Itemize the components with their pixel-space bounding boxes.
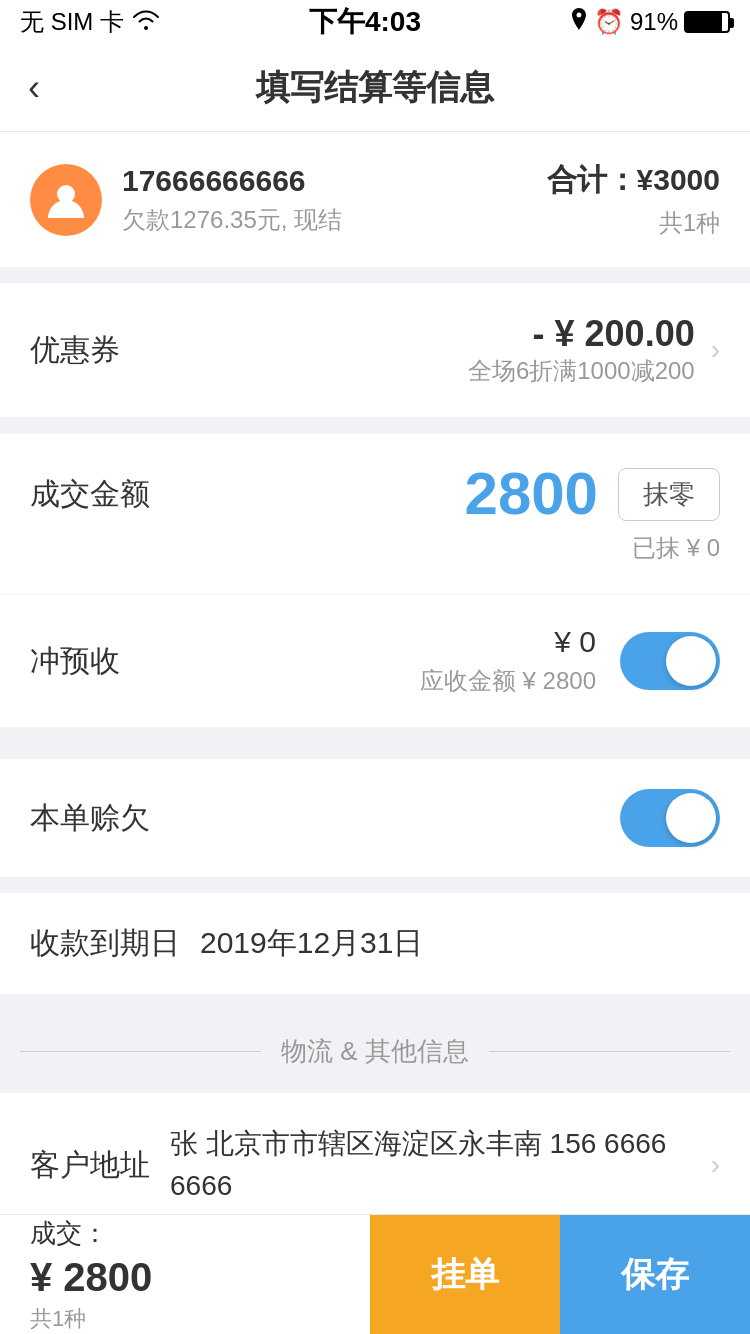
address-chevron-icon: › [711,1149,720,1181]
battery-icon [684,11,730,33]
bottom-deal-label: 成交： [30,1216,340,1251]
logistics-label: 物流 & 其他信息 [281,1034,469,1069]
coupon-label: 优惠券 [30,330,120,371]
content: 17666666666 欠款1276.35元, 现结 合计：¥3000 共1种 … [0,132,750,1334]
alarm-icon: ⏰ [594,8,624,36]
section-divider-2 [0,727,750,743]
nav-bar: ‹ 填写结算等信息 [0,44,750,132]
user-phone: 17666666666 [122,164,342,198]
coupon-desc: 全场6折满1000减200 [468,355,695,387]
coupon-row[interactable]: 优惠券 - ¥ 200.00 全场6折满1000减200 › [0,283,750,418]
save-button[interactable]: 保存 [560,1215,750,1335]
status-time: 下午4:03 [309,3,421,41]
due-date-section: 收款到期日 2019年12月31日 [0,893,750,994]
deal-amount-sub: 已抹 ¥ 0 [30,532,720,564]
due-date-label: 收款到期日 [30,923,180,964]
bottom-count: 共1种 [30,1304,340,1334]
back-button[interactable]: ‹ [28,67,40,109]
user-card: 17666666666 欠款1276.35元, 现结 合计：¥3000 共1种 [0,132,750,267]
wifi-icon [132,8,160,36]
bottom-summary: 成交： ¥ 2800 共1种 [0,1216,370,1334]
deal-amount-label: 成交金额 [30,474,150,515]
due-date-value: 2019年12月31日 [200,923,423,964]
battery-percent: 91% [630,8,678,36]
address-label: 客户地址 [30,1145,150,1186]
location-icon [570,8,588,36]
status-right: ⏰ 91% [570,8,730,36]
round-button[interactable]: 抹零 [618,468,720,521]
section-divider-1 [0,418,750,434]
bottom-deal-amount: ¥ 2800 [30,1255,340,1300]
prepay-value: ¥ 0 [420,625,596,659]
page-title: 填写结算等信息 [256,65,494,111]
coupon-value: - ¥ 200.00 [468,313,695,355]
status-bar: 无 SIM 卡 下午4:03 ⏰ 91% [0,0,750,44]
status-left: 无 SIM 卡 [20,6,160,38]
bad-debt-section: 本单赊欠 [0,759,750,877]
coupon-chevron-icon: › [711,334,720,366]
prepay-toggle[interactable] [620,632,720,690]
total-amount: 合计：¥3000 [547,160,720,201]
total-count: 共1种 [547,207,720,239]
deal-amount-section: 成交金额 2800 抹零 已抹 ¥ 0 [0,434,750,594]
hold-button[interactable]: 挂单 [370,1215,560,1335]
bad-debt-label: 本单赊欠 [30,798,150,839]
deal-amount-value: 2800 [465,464,598,524]
prepay-sub: 应收金额 ¥ 2800 [420,665,596,697]
toggle-knob [666,636,716,686]
user-debt: 欠款1276.35元, 现结 [122,204,342,236]
address-value: 张 北京市市辖区海淀区永丰南 156 6666 6666 [150,1123,711,1207]
sim-text: 无 SIM 卡 [20,6,124,38]
bottom-bar: 成交： ¥ 2800 共1种 挂单 保存 [0,1214,750,1334]
bad-debt-toggle[interactable] [620,789,720,847]
prepay-label: 冲预收 [30,641,120,682]
prepay-section: 冲预收 ¥ 0 应收金额 ¥ 2800 [0,594,750,727]
avatar [30,164,102,236]
logistics-divider: 物流 & 其他信息 [0,1010,750,1093]
bad-debt-toggle-knob [666,793,716,843]
